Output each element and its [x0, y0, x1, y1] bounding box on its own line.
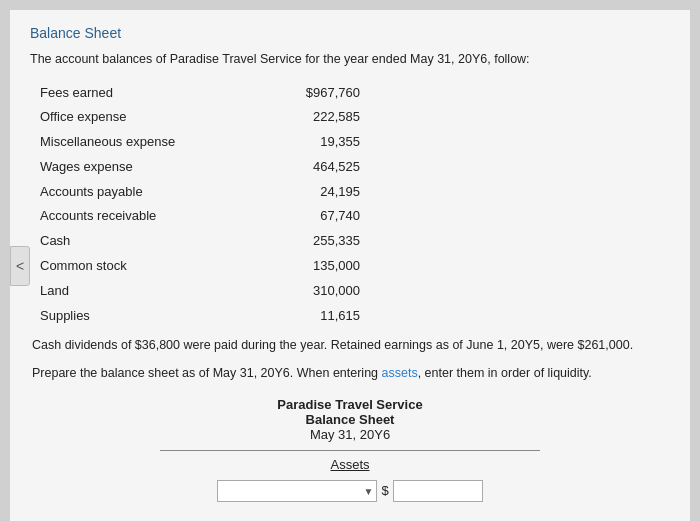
input-row: ▼ $ — [30, 480, 670, 502]
note-text: Cash dividends of $36,800 were paid duri… — [30, 336, 670, 355]
account-value: 11,615 — [260, 306, 380, 327]
table-row: Common stock135,000 — [30, 254, 670, 279]
dollar-sign: $ — [381, 483, 388, 498]
account-name: Land — [40, 281, 260, 302]
sheet-date: May 31, 20Y6 — [30, 427, 670, 442]
account-name: Wages expense — [40, 157, 260, 178]
account-name: Miscellaneous expense — [40, 132, 260, 153]
table-row: Office expense222,585 — [30, 105, 670, 130]
table-row: Land310,000 — [30, 279, 670, 304]
table-row: Accounts payable24,195 — [30, 180, 670, 205]
account-value: 255,335 — [260, 231, 380, 252]
assets-label: Assets — [330, 457, 369, 472]
sheet-title: Balance Sheet — [30, 412, 670, 427]
account-name: Office expense — [40, 107, 260, 128]
account-value: 135,000 — [260, 256, 380, 277]
table-row: Fees earned$967,760 — [30, 81, 670, 106]
account-value: $967,760 — [260, 83, 380, 104]
account-value: 24,195 — [260, 182, 380, 203]
company-name: Paradise Travel Service — [30, 397, 670, 412]
account-name: Supplies — [40, 306, 260, 327]
table-row: Wages expense464,525 — [30, 155, 670, 180]
account-name: Accounts receivable — [40, 206, 260, 227]
account-table: Fees earned$967,760Office expense222,585… — [30, 81, 670, 329]
sheet-divider — [160, 450, 540, 451]
instruction-text: Prepare the balance sheet as of May 31, … — [30, 365, 670, 383]
assets-link[interactable]: assets — [382, 366, 418, 380]
table-row: Miscellaneous expense19,355 — [30, 130, 670, 155]
account-name: Common stock — [40, 256, 260, 277]
account-value: 310,000 — [260, 281, 380, 302]
account-name: Accounts payable — [40, 182, 260, 203]
assets-section: Assets — [30, 457, 670, 472]
account-value: 67,740 — [260, 206, 380, 227]
intro-text: The account balances of Paradise Travel … — [30, 51, 670, 69]
account-dropdown[interactable] — [217, 480, 377, 502]
account-value: 19,355 — [260, 132, 380, 153]
table-row: Supplies11,615 — [30, 304, 670, 329]
account-name: Fees earned — [40, 83, 260, 104]
balance-sheet-header: Paradise Travel Service Balance Sheet Ma… — [30, 397, 670, 442]
account-value: 222,585 — [260, 107, 380, 128]
account-value: 464,525 — [260, 157, 380, 178]
amount-input[interactable] — [393, 480, 483, 502]
table-row: Cash255,335 — [30, 229, 670, 254]
page-title: Balance Sheet — [30, 25, 670, 41]
left-arrow-icon: < — [16, 258, 24, 274]
table-row: Accounts receivable67,740 — [30, 204, 670, 229]
account-dropdown-wrapper: ▼ — [217, 480, 377, 502]
left-nav-button[interactable]: < — [10, 246, 30, 286]
main-page: < Balance Sheet The account balances of … — [10, 10, 690, 521]
account-name: Cash — [40, 231, 260, 252]
